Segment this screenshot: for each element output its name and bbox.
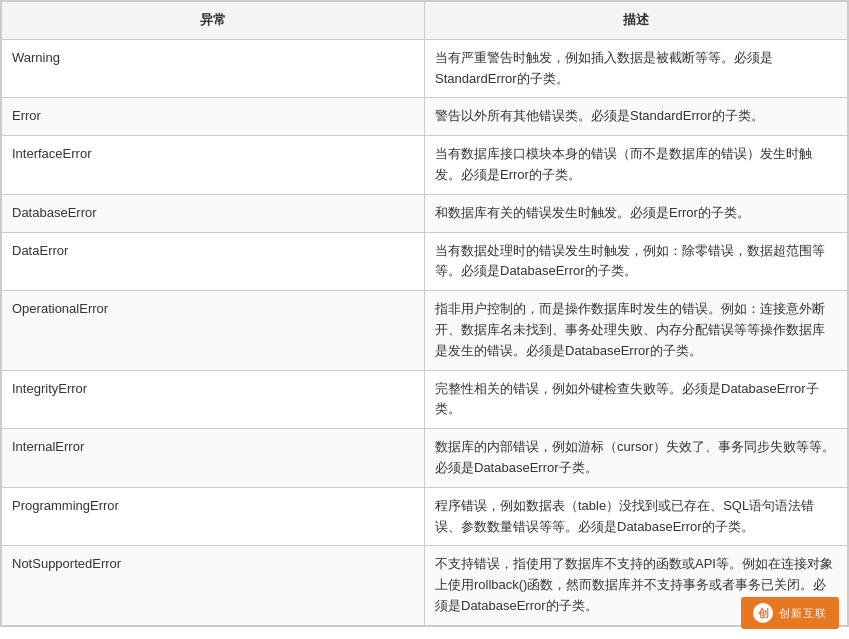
table-row: DataError当有数据处理时的错误发生时触发，例如：除零错误，数据超范围等等…	[2, 232, 848, 291]
table-row: OperationalError指非用户控制的，而是操作数据库时发生的错误。例如…	[2, 291, 848, 370]
exception-description: 当有数据库接口模块本身的错误（而不是数据库的错误）发生时触发。必须是Error的…	[425, 136, 848, 195]
table-row: ProgrammingError程序错误，例如数据表（table）没找到或已存在…	[2, 487, 848, 546]
table-header-row: 异常 描述	[2, 2, 848, 40]
col-header-description: 描述	[425, 2, 848, 40]
exception-description: 和数据库有关的错误发生时触发。必须是Error的子类。	[425, 194, 848, 232]
exception-description: 当有数据处理时的错误发生时触发，例如：除零错误，数据超范围等等。必须是Datab…	[425, 232, 848, 291]
exception-name: OperationalError	[2, 291, 425, 370]
exception-description: 程序错误，例如数据表（table）没找到或已存在、SQL语句语法错误、参数数量错…	[425, 487, 848, 546]
exception-name: InternalError	[2, 429, 425, 488]
watermark-icon: 创	[753, 603, 773, 623]
watermark-icon-text: 创	[758, 606, 769, 621]
exception-description: 完整性相关的错误，例如外键检查失败等。必须是DatabaseError子类。	[425, 370, 848, 429]
exceptions-table-container: 异常 描述 Warning当有严重警告时触发，例如插入数据是被截断等等。必须是S…	[0, 0, 849, 627]
col-header-exception: 异常	[2, 2, 425, 40]
exception-description: 当有严重警告时触发，例如插入数据是被截断等等。必须是StandardError的…	[425, 39, 848, 98]
exception-description: 警告以外所有其他错误类。必须是StandardError的子类。	[425, 98, 848, 136]
exception-name: Error	[2, 98, 425, 136]
exception-name: InterfaceError	[2, 136, 425, 195]
exception-name: IntegrityError	[2, 370, 425, 429]
exception-name: DatabaseError	[2, 194, 425, 232]
exception-name: Warning	[2, 39, 425, 98]
exception-name: DataError	[2, 232, 425, 291]
exception-name: ProgrammingError	[2, 487, 425, 546]
table-row: InterfaceError当有数据库接口模块本身的错误（而不是数据库的错误）发…	[2, 136, 848, 195]
table-row: Error警告以外所有其他错误类。必须是StandardError的子类。	[2, 98, 848, 136]
exception-description: 数据库的内部错误，例如游标（cursor）失效了、事务同步失败等等。必须是Dat…	[425, 429, 848, 488]
exceptions-table: 异常 描述 Warning当有严重警告时触发，例如插入数据是被截断等等。必须是S…	[1, 1, 848, 626]
watermark-text: 创新互联	[779, 606, 827, 621]
table-row: Warning当有严重警告时触发，例如插入数据是被截断等等。必须是Standar…	[2, 39, 848, 98]
exception-name: NotSupportedError	[2, 546, 425, 625]
table-row: NotSupportedError不支持错误，指使用了数据库不支持的函数或API…	[2, 546, 848, 625]
table-row: IntegrityError完整性相关的错误，例如外键检查失败等。必须是Data…	[2, 370, 848, 429]
watermark-badge: 创 创新互联	[741, 597, 839, 627]
table-row: InternalError数据库的内部错误，例如游标（cursor）失效了、事务…	[2, 429, 848, 488]
table-row: DatabaseError和数据库有关的错误发生时触发。必须是Error的子类。	[2, 194, 848, 232]
exception-description: 指非用户控制的，而是操作数据库时发生的错误。例如：连接意外断开、数据库名未找到、…	[425, 291, 848, 370]
